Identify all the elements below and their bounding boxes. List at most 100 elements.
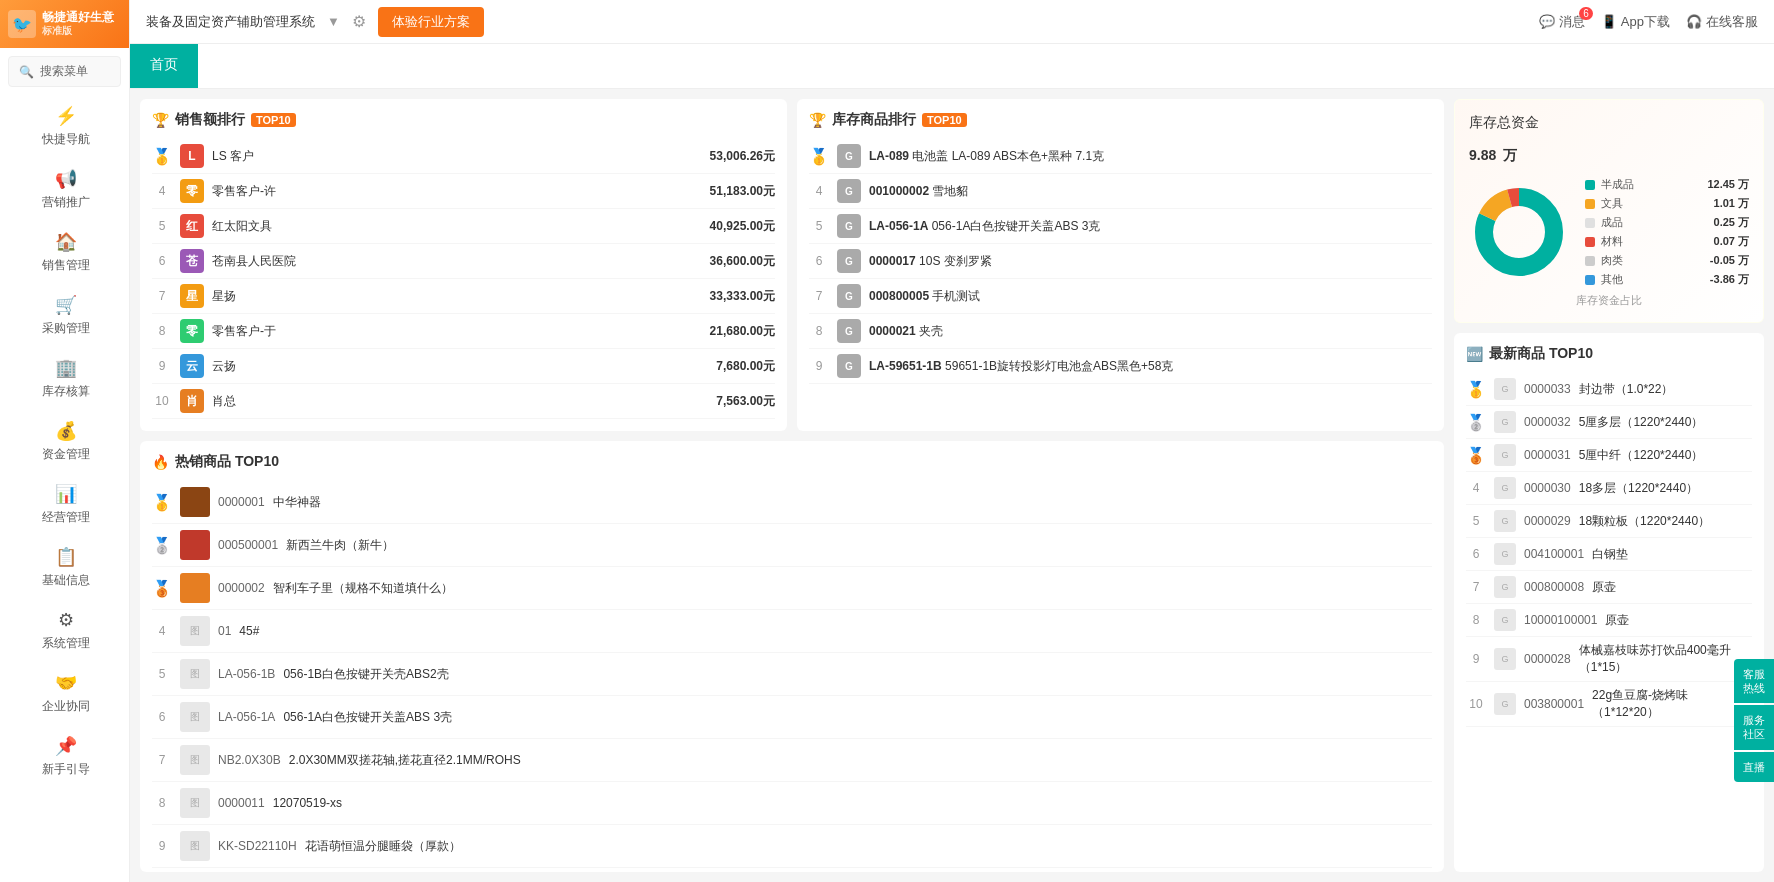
legend-item-meat: 肉类 -0.05 万	[1585, 253, 1749, 268]
logo-sub: 标准版	[42, 24, 114, 38]
float-btn-community[interactable]: 服务社区	[1734, 705, 1774, 750]
hot-item-2: 🥈 000500001 新西兰牛肉（新牛）	[152, 524, 1432, 567]
finance-icon: 💰	[55, 420, 77, 442]
sidebar-item-enterprise[interactable]: 🤝 企业协同	[0, 662, 129, 725]
stock-avatar-6: G	[837, 319, 861, 343]
rank-row-2: 4 零 零售客户-许 51,183.00元	[152, 174, 775, 209]
hot-rank-2: 🥈	[152, 536, 172, 555]
newest-rank-4: 4	[1466, 481, 1486, 495]
newest-code-7: 000800008	[1524, 580, 1584, 594]
headset-icon: 🎧	[1686, 14, 1702, 29]
rank-row-8: 10 肖 肖总 7,563.00元	[152, 384, 775, 419]
hot-rank-1: 🥇	[152, 493, 172, 512]
stock-avatar-1: G	[837, 144, 861, 168]
stock-name-6: 0000021 夹壳	[869, 323, 1432, 340]
sidebar-item-label: 销售管理	[42, 257, 90, 274]
sidebar-item-guide[interactable]: 📌 新手引导	[0, 725, 129, 788]
stock-medal-1: 🥇	[809, 147, 829, 166]
newest-icon: 🆕	[1466, 346, 1483, 362]
hot-code-9: KK-SD22110H	[218, 839, 297, 853]
newest-products-panel: 🆕 最新商品 TOP10 🥇 G 0000033 封边带（1.0*22） 🥈	[1454, 333, 1764, 872]
legend-item-other: 其他 -3.86 万	[1585, 272, 1749, 287]
legend-item-stationery: 文具 1.01 万	[1585, 196, 1749, 211]
newest-item-2: 🥈 G 0000032 5厘多层（1220*2440）	[1466, 406, 1752, 439]
newest-products-label: 最新商品 TOP10	[1489, 345, 1593, 363]
newest-img-10: G	[1494, 693, 1516, 715]
trophy-icon: 🏆	[152, 112, 169, 128]
sidebar-item-finance[interactable]: 💰 资金管理	[0, 410, 129, 473]
rank-num-6: 8	[152, 324, 172, 338]
newest-code-2: 0000032	[1524, 415, 1571, 429]
legend-value-semifinished: 12.45 万	[1707, 177, 1749, 192]
rank-name-1: LS 客户	[212, 148, 702, 165]
sidebar-item-marketing[interactable]: 📢 营销推广	[0, 158, 129, 221]
logo-text: 畅捷通好生意 标准版	[42, 10, 114, 38]
notifications-badge: 6	[1579, 7, 1593, 20]
hot-rank-8: 8	[152, 796, 172, 810]
sidebar-item-label: 资金管理	[42, 446, 90, 463]
newest-name-10: 22g鱼豆腐-烧烤味（1*12*20）	[1592, 687, 1752, 721]
hot-img-8: 图	[180, 788, 210, 818]
app-download-item[interactable]: 📱 App下载	[1601, 13, 1670, 31]
inventory-legend: 半成品 12.45 万 文具 1.01 万	[1585, 177, 1749, 287]
message-icon: 💬	[1539, 14, 1555, 29]
stock-num-4: 6	[809, 254, 829, 268]
settings-icon[interactable]: ⚙	[352, 12, 366, 31]
inventory-total-text: 库存总资金	[1469, 114, 1539, 130]
sidebar-item-sales[interactable]: 🏠 销售管理	[0, 221, 129, 284]
donut-chart	[1469, 182, 1569, 282]
phone-icon: 📱	[1601, 14, 1617, 29]
rank-row-6: 8 零 零售客户-于 21,680.00元	[152, 314, 775, 349]
rank-name-2: 零售客户-许	[212, 183, 702, 200]
search-menu-button[interactable]: 🔍 搜索菜单	[8, 56, 121, 87]
hot-item-6: 6 图 LA-056-1A 056-1A白色按键开关盖ABS 3壳	[152, 696, 1432, 739]
dropdown-icon[interactable]: ▼	[327, 14, 340, 29]
hot-img-7: 图	[180, 745, 210, 775]
hot-code-7: NB2.0X30B	[218, 753, 281, 767]
sidebar-item-basic[interactable]: 📋 基础信息	[0, 536, 129, 599]
rank-num-7: 9	[152, 359, 172, 373]
legend-label-stationery: 文具	[1601, 196, 1708, 211]
quick-nav-icon: ⚡	[55, 105, 77, 127]
stock-num-7: 9	[809, 359, 829, 373]
newest-code-9: 0000028	[1524, 652, 1571, 666]
inventory-amount-value: 9.88	[1469, 147, 1496, 163]
legend-label-material: 材料	[1601, 234, 1708, 249]
stock-name-5: 000800005 手机测试	[869, 288, 1432, 305]
online-service-item[interactable]: 🎧 在线客服	[1686, 13, 1758, 31]
newest-rank-2: 🥈	[1466, 413, 1486, 432]
newest-code-5: 0000029	[1524, 514, 1571, 528]
purchase-icon: 🛒	[55, 294, 77, 316]
page: 首页 🏆 销售额排行 TO	[130, 44, 1774, 882]
sidebar-item-quick-nav[interactable]: ⚡ 快捷导航	[0, 95, 129, 158]
newest-name-2: 5厘多层（1220*2440）	[1579, 414, 1752, 431]
newest-code-8: 10000100001	[1524, 613, 1597, 627]
stock-row-1: 🥇 G LA-089 电池盖 LA-089 ABS本色+黑种 7.1克	[809, 139, 1432, 174]
rank-avatar-6: 零	[180, 319, 204, 343]
sidebar-item-purchase[interactable]: 🛒 采购管理	[0, 284, 129, 347]
float-btn-hotline[interactable]: 客服热线	[1734, 659, 1774, 704]
online-service-label: 在线客服	[1706, 13, 1758, 31]
hot-rank-9: 9	[152, 839, 172, 853]
rank-num-3: 5	[152, 219, 172, 233]
sales-icon: 🏠	[55, 231, 77, 253]
sidebar-item-operation[interactable]: 📊 经营管理	[0, 473, 129, 536]
newest-img-9: G	[1494, 648, 1516, 670]
hot-img-3	[180, 573, 210, 603]
notifications-item[interactable]: 💬 消息 6	[1539, 13, 1585, 31]
inventory-amount: 9.88 万	[1469, 136, 1749, 167]
newest-name-6: 白钢垫	[1592, 546, 1752, 563]
search-label: 搜索菜单	[40, 63, 88, 80]
float-btn-live[interactable]: 直播	[1734, 752, 1774, 782]
sidebar-item-system[interactable]: ⚙ 系统管理	[0, 599, 129, 662]
hot-products-panel: 🔥 热销商品 TOP10 🥇 0000001 中华神器 🥈	[140, 441, 1444, 872]
newest-name-4: 18多层（1220*2440）	[1579, 480, 1752, 497]
trial-button[interactable]: 体验行业方案	[378, 7, 484, 37]
rank-name-7: 云扬	[212, 358, 708, 375]
hot-rank-4: 4	[152, 624, 172, 638]
stock-avatar-5: G	[837, 284, 861, 308]
newest-item-3: 🥉 G 0000031 5厘中纤（1220*2440）	[1466, 439, 1752, 472]
sidebar-item-inventory[interactable]: 🏢 库存核算	[0, 347, 129, 410]
legend-value-material: 0.07 万	[1714, 234, 1749, 249]
tab-home[interactable]: 首页	[130, 44, 198, 88]
